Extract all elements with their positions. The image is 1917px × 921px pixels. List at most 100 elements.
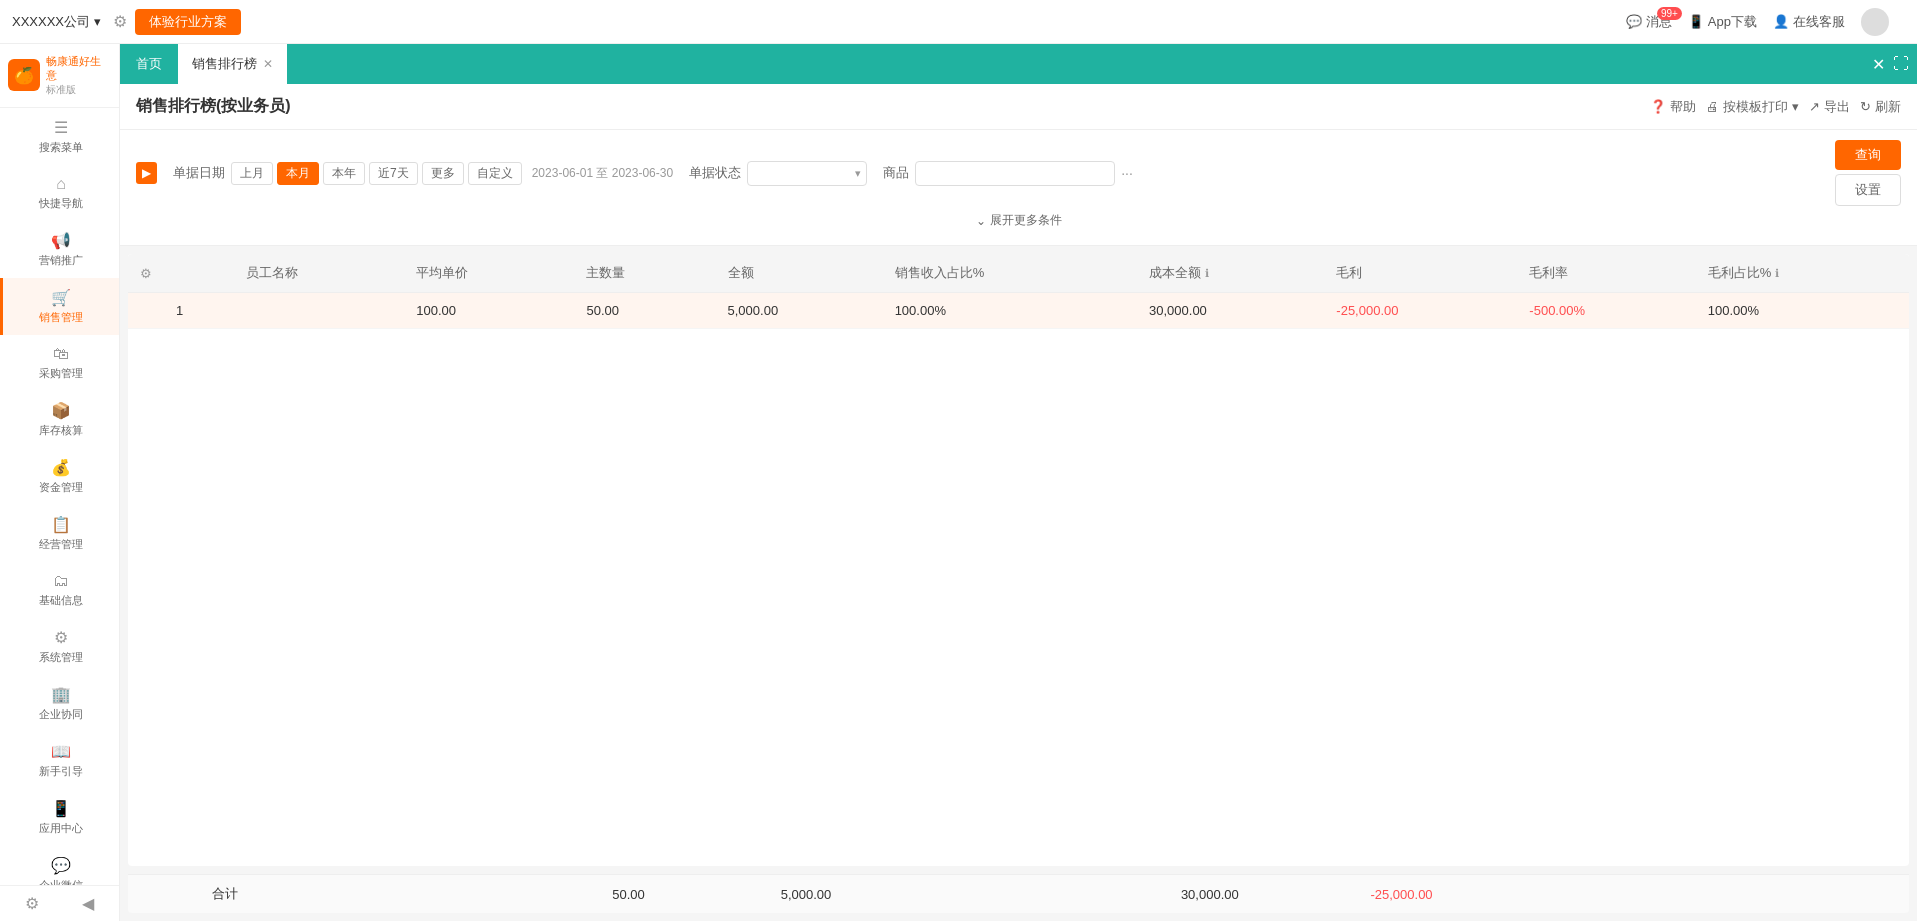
filter-bar: ▶ 单据日期 上月本月本年近7天更多自定义 2023-06-01 至 2023-… [120,130,1917,246]
tab-close-icon[interactable]: ✕ [263,57,273,71]
refresh-icon: ↻ [1860,99,1871,114]
message-button[interactable]: 💬 消息 99+ [1626,13,1672,31]
sidebar-icon-guide: 📖 [51,742,71,761]
sidebar-item-weixin[interactable]: 💬 企业微信 [0,846,119,885]
filter-expand-arrow[interactable]: ▶ [136,162,157,184]
table-wrap: ⚙员工名称平均单价主数量全额销售收入占比%成本全额 ℹ毛利毛利率毛利占比% ℹ … [128,254,1909,866]
sidebar-icon-finance: 💰 [51,458,71,477]
row-profit-0: -25,000.00 [1324,293,1517,329]
company-name: XXXXXX公司 [12,13,90,31]
page-header: 销售排行榜(按业务员) ❓ 帮助 🖨 按模板打印 ▾ ↗ 导出 [120,84,1917,130]
date-btn-上月[interactable]: 上月 [231,162,273,185]
tab-home[interactable]: 首页 [120,44,178,84]
trial-button[interactable]: 体验行业方案 [135,9,241,35]
sidebar-icon-weixin: 💬 [51,856,71,875]
sidebar-item-appstore[interactable]: 📱 应用中心 [0,789,119,846]
sidebar: 🍊 畅康通好生意 标准版 ☰ 搜索菜单 ⌂ 快捷导航 📢 营销推广 🛒 销售管理… [0,44,120,921]
page-header-actions: ❓ 帮助 🖨 按模板打印 ▾ ↗ 导出 ↻ 刷新 [1650,98,1901,116]
status-select[interactable] [747,161,867,186]
table-row: 1 100.00 50.00 5,000.00 100.00% 30,000.0… [128,293,1909,329]
col-header-amount: 全额 [716,254,883,293]
print-icon: 🖨 [1706,99,1719,114]
sidebar-item-system[interactable]: ⚙ 系统管理 [0,618,119,675]
date-btn-近7天[interactable]: 近7天 [369,162,418,185]
sidebar-item-enterprise[interactable]: 🏢 企业协同 [0,675,119,732]
date-btn-本月[interactable]: 本月 [277,162,319,185]
col-header-profit: 毛利 [1324,254,1517,293]
export-button[interactable]: ↗ 导出 [1809,98,1850,116]
footer-table: 合计 50.00 5,000.00 30,000.00 -25,000.00 [140,885,1897,903]
window-close-icon[interactable]: ✕ [1872,55,1885,74]
sidebar-item-quick-nav[interactable]: ⌂ 快捷导航 [0,165,119,221]
footer-cost: 30,000.00 [1181,885,1371,903]
help-button[interactable]: ❓ 帮助 [1650,98,1696,116]
sidebar-icon-search-order: ☰ [54,118,68,137]
company-dropdown-icon: ▾ [94,14,101,29]
logo-text-wrap: 畅康通好生意 标准版 [46,54,111,97]
date-btn-自定义[interactable]: 自定义 [468,162,522,185]
sidebar-label-quick-nav: 快捷导航 [39,196,83,211]
date-range: 2023-06-01 至 2023-06-30 [532,165,673,182]
sidebar-label-guide: 新手引导 [39,764,83,779]
sidebar-item-search-order[interactable]: ☰ 搜索菜单 [0,108,119,165]
row-settings-0 [128,293,164,329]
sidebar-item-marketing[interactable]: 📢 营销推广 [0,221,119,278]
app-download-button[interactable]: 📱 App下载 [1688,13,1757,31]
app-icon: 📱 [1688,14,1704,29]
message-icon: 💬 [1626,14,1642,29]
company-selector[interactable]: XXXXXX公司 ▾ [12,13,101,31]
page-content: 销售排行榜(按业务员) ❓ 帮助 🖨 按模板打印 ▾ ↗ 导出 [120,84,1917,921]
avatar[interactable] [1861,8,1889,36]
sidebar-item-sales[interactable]: 🛒 销售管理 [0,278,119,335]
col-header-profit_pct: 毛利占比% ℹ [1696,254,1909,293]
row-amount-0: 5,000.00 [716,293,883,329]
sidebar-item-purchase[interactable]: 🛍 采购管理 [0,335,119,391]
sidebar-item-basic[interactable]: 🗂 基础信息 [0,562,119,618]
sidebar-settings-icon[interactable]: ⚙ [25,894,39,913]
sidebar-icon-purchase: 🛍 [53,345,69,363]
sidebar-collapse-icon[interactable]: ◀ [82,894,94,913]
goods-more-icon[interactable]: ··· [1121,165,1133,181]
data-table: ⚙员工名称平均单价主数量全额销售收入占比%成本全额 ℹ毛利毛利率毛利占比% ℹ … [128,254,1909,329]
settings-button[interactable]: 设置 [1835,174,1901,206]
col-settings-icon[interactable]: ⚙ [140,266,152,281]
service-icon: 👤 [1773,14,1789,29]
profit-pct-info-icon[interactable]: ℹ [1775,267,1779,279]
logo-sub: 标准版 [46,83,111,97]
expand-arrow-icon[interactable]: ▶ [136,162,157,184]
table-head: ⚙员工名称平均单价主数量全额销售收入占比%成本全额 ℹ毛利毛利率毛利占比% ℹ [128,254,1909,293]
goods-input[interactable] [915,161,1115,186]
sidebar-label-system: 系统管理 [39,650,83,665]
tab-sales-ranking[interactable]: 销售排行榜 ✕ [178,44,287,84]
filter-row-1: ▶ 单据日期 上月本月本年近7天更多自定义 2023-06-01 至 2023-… [136,140,1901,206]
date-btn-更多[interactable]: 更多 [422,162,464,185]
date-filter: 单据日期 上月本月本年近7天更多自定义 2023-06-01 至 2023-06… [173,162,673,185]
help-icon: ❓ [1650,99,1666,114]
print-button[interactable]: 🖨 按模板打印 ▾ [1706,98,1799,116]
content-area: 首页 销售排行榜 ✕ ✕ ⛶ 销售排行榜(按业务员) ❓ 帮助 [120,44,1917,921]
tabbar: 首页 销售排行榜 ✕ ✕ ⛶ [120,44,1917,84]
cost-info-icon[interactable]: ℹ [1205,267,1209,279]
footer-profit: -25,000.00 [1370,885,1560,903]
export-icon: ↗ [1809,99,1820,114]
sidebar-label-operation: 经营管理 [39,537,83,552]
sidebar-bottom: ⚙ ◀ [0,885,119,921]
topbar-gear-icon[interactable]: ⚙ [113,12,127,31]
col-header-employee: 员工名称 [234,254,404,293]
refresh-button[interactable]: ↻ 刷新 [1860,98,1901,116]
sidebar-icon-marketing: 📢 [51,231,71,250]
row-quantity-0: 50.00 [574,293,715,329]
date-btn-本年[interactable]: 本年 [323,162,365,185]
sidebar-item-guide[interactable]: 📖 新手引导 [0,732,119,789]
sidebar-item-operation[interactable]: 📋 经营管理 [0,505,119,562]
query-button[interactable]: 查询 [1835,140,1901,170]
sidebar-icon-inventory: 📦 [51,401,71,420]
sidebar-icon-appstore: 📱 [51,799,71,818]
goods-filter: 商品 ··· [883,161,1133,186]
online-service-button[interactable]: 👤 在线客服 [1773,13,1845,31]
sidebar-item-finance[interactable]: 💰 资金管理 [0,448,119,505]
expand-more-row[interactable]: ⌄ 展开更多条件 [136,206,1901,235]
topbar-right: 💬 消息 99+ 📱 App下载 👤 在线客服 [1626,8,1905,36]
window-max-icon[interactable]: ⛶ [1893,55,1909,73]
sidebar-item-inventory[interactable]: 📦 库存核算 [0,391,119,448]
